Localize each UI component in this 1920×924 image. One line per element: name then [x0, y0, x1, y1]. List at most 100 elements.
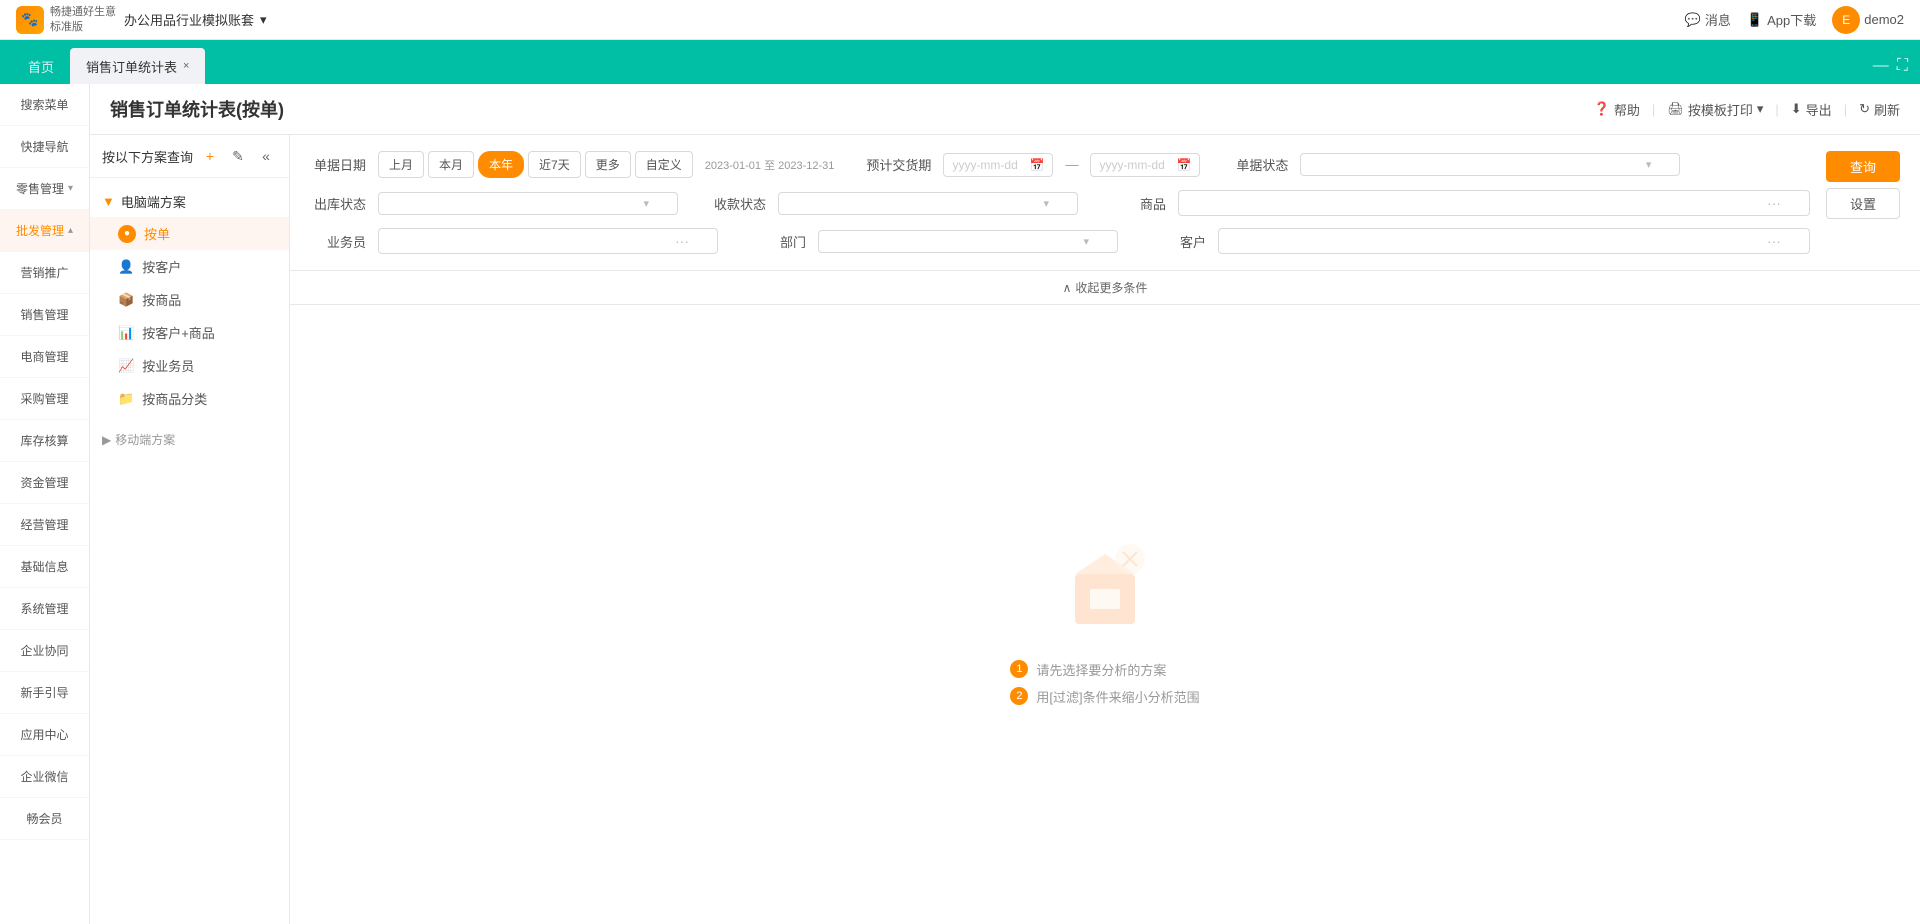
sidebar-item-system[interactable]: 系统管理: [0, 588, 89, 630]
date-btn-this-year[interactable]: 本年: [478, 151, 524, 178]
goods-dots-icon[interactable]: ···: [1767, 195, 1781, 211]
top-bar: 🐾 畅捷通好生意 标准版 办公用品行业模拟账套 ▾ 💬 消息 📱 App下载 E…: [0, 0, 1920, 40]
scheme-pc-section-header: ▼ 电脑端方案: [90, 186, 289, 217]
delivery-date-start[interactable]: yyyy-mm-dd 📅: [943, 153, 1053, 177]
tab-home[interactable]: 首页: [12, 48, 70, 84]
tab-maximize-icon[interactable]: ⛶: [1897, 48, 1908, 84]
calendar-start-icon: 📅: [1029, 158, 1044, 172]
sidebar-item-ecommerce[interactable]: 电商管理: [0, 336, 89, 378]
sidebar-item-enterprise[interactable]: 企业协同: [0, 630, 89, 672]
ship-status-select[interactable]: ▾: [378, 192, 678, 215]
ship-status-label: 出库状态: [310, 194, 366, 213]
help-button[interactable]: ❓ 帮助: [1594, 100, 1640, 119]
scheme-collapse-icon[interactable]: «: [255, 145, 277, 167]
scheme-mobile-section[interactable]: ▶ 移动端方案: [90, 423, 289, 456]
scheme-edit-icon[interactable]: ✎: [227, 145, 249, 167]
collapse-icon: ∧: [1063, 281, 1072, 295]
scheme-pc-caret: ▼: [102, 194, 115, 209]
sidebar-item-finance[interactable]: 资金管理: [0, 462, 89, 504]
customer-dots-icon[interactable]: ···: [1767, 233, 1781, 249]
customer-label: 客户: [1150, 232, 1206, 251]
date-btn-custom[interactable]: 自定义: [635, 151, 693, 178]
date-btn-last7[interactable]: 近7天: [528, 151, 581, 178]
filter-date-group: 上月 本月 本年 近7天 更多 自定义 2023-01-01 至 2023-12…: [378, 151, 834, 178]
message-button[interactable]: 💬 消息: [1685, 10, 1731, 29]
sidebar-item-basic[interactable]: 基础信息: [0, 546, 89, 588]
delivery-date-label: 预计交货期: [866, 155, 931, 174]
sidebar: 搜索菜单 快捷导航 零售管理 ▾ 批发管理 ▴ 营销推广 销售管理 电商管理 采…: [0, 84, 90, 924]
refresh-button[interactable]: ↻ 刷新: [1859, 100, 1900, 119]
tab-close-icon[interactable]: ×: [183, 60, 189, 72]
message-icon: 💬: [1685, 12, 1701, 28]
sidebar-item-retail[interactable]: 零售管理 ▾: [0, 168, 89, 210]
department-select[interactable]: ▾: [818, 230, 1118, 253]
sidebar-item-marketing[interactable]: 营销推广: [0, 252, 89, 294]
logo-icon: 🐾: [16, 6, 44, 34]
scheme-item-by-customer[interactable]: 👤 按客户: [90, 250, 289, 283]
export-button[interactable]: ⬇ 导出: [1791, 100, 1832, 119]
scheme-pc-section: ▼ 电脑端方案 ● 按单 👤 按客户 📦 按商品: [90, 178, 289, 423]
tab-bar: 首页 销售订单统计表 × — ⛶: [0, 40, 1920, 84]
customer-icon: 👤: [118, 259, 134, 275]
filter-row-3: 业务员 ··· 部门 ▾ 客户: [310, 228, 1810, 254]
delivery-date-end[interactable]: yyyy-mm-dd 📅: [1090, 153, 1200, 177]
step-1-num: 1: [1010, 660, 1028, 678]
tab-sales-order[interactable]: 销售订单统计表 ×: [70, 48, 205, 84]
logo-text: 畅捷通好生意 标准版: [50, 5, 116, 34]
sidebar-item-purchase[interactable]: 采购管理: [0, 378, 89, 420]
main-layout: 搜索菜单 快捷导航 零售管理 ▾ 批发管理 ▴ 营销推广 销售管理 电商管理 采…: [0, 84, 1920, 924]
collapse-bar[interactable]: ∧ 收起更多条件: [290, 271, 1920, 305]
filter-row-2: 出库状态 ▾ 收款状态 ▾ 商品: [310, 190, 1810, 216]
sidebar-item-inventory[interactable]: 库存核算: [0, 420, 89, 462]
scheme-header: 按以下方案查询 + ✎ «: [90, 135, 289, 178]
print-button[interactable]: 🖨 按模板打印 ▾: [1667, 100, 1763, 119]
calendar-end-icon: 📅: [1176, 158, 1191, 172]
salesman-dots-icon[interactable]: ···: [675, 233, 689, 249]
date-btn-last-month[interactable]: 上月: [378, 151, 424, 178]
scheme-header-icons: + ✎ «: [199, 145, 277, 167]
sidebar-item-membership[interactable]: 畅会员: [0, 798, 89, 840]
empty-illustration: [1045, 524, 1165, 644]
salesman-icon: 📈: [118, 358, 134, 374]
payment-status-select[interactable]: ▾: [778, 192, 1078, 215]
content-area: 销售订单统计表(按单) ❓ 帮助 | 🖨 按模板打印 ▾ | ⬇ 导出 |: [90, 84, 1920, 924]
active-badge: ●: [118, 225, 136, 243]
goods-select[interactable]: ···: [1178, 190, 1810, 216]
scheme-item-by-order[interactable]: ● 按单: [90, 217, 289, 250]
tab-bar-actions: — ⛶: [1873, 48, 1908, 84]
content-panels: 按以下方案查询 + ✎ « ▼ 电脑端方案 ● 按单: [90, 135, 1920, 924]
payment-status-label: 收款状态: [710, 194, 766, 213]
customer-select[interactable]: ···: [1218, 228, 1810, 254]
scheme-add-icon[interactable]: +: [199, 145, 221, 167]
department-label: 部门: [750, 232, 806, 251]
sidebar-item-quick-nav[interactable]: 快捷导航: [0, 126, 89, 168]
date-btn-this-month[interactable]: 本月: [428, 151, 474, 178]
scheme-item-by-salesman[interactable]: 📈 按业务员: [90, 349, 289, 382]
empty-state: 1 请先选择要分析的方案 2 用[过滤]条件来缩小分析范围: [290, 305, 1920, 924]
goods-icon: 📦: [118, 292, 134, 308]
scheme-item-by-goods[interactable]: 📦 按商品: [90, 283, 289, 316]
filter-area: 单据日期 上月 本月 本年 近7天 更多 自定义 2023-01-01: [290, 135, 1920, 271]
sidebar-item-wholesale[interactable]: 批发管理 ▴: [0, 210, 89, 252]
sidebar-item-search-menu[interactable]: 搜索菜单: [0, 84, 89, 126]
scheme-item-by-customer-goods[interactable]: 📊 按客户+商品: [90, 316, 289, 349]
salesman-select[interactable]: ···: [378, 228, 718, 254]
sidebar-item-wechat[interactable]: 企业微信: [0, 756, 89, 798]
settings-button[interactable]: 设置: [1826, 188, 1900, 219]
wholesale-expand-icon: ▴: [68, 225, 73, 236]
sidebar-item-sales[interactable]: 销售管理: [0, 294, 89, 336]
sidebar-item-app-center[interactable]: 应用中心: [0, 714, 89, 756]
ship-status-chevron-icon: ▾: [643, 197, 649, 210]
app-download-button[interactable]: 📱 App下载: [1747, 10, 1816, 29]
user-menu[interactable]: E demo2: [1832, 6, 1904, 34]
scheme-item-by-category[interactable]: 📁 按商品分类: [90, 382, 289, 415]
top-bar-left: 🐾 畅捷通好生意 标准版 办公用品行业模拟账套 ▾: [16, 5, 267, 34]
export-icon: ⬇: [1791, 101, 1802, 117]
date-btn-more[interactable]: 更多: [585, 151, 631, 178]
query-button[interactable]: 查询: [1826, 151, 1900, 182]
tab-minimize-icon[interactable]: —: [1873, 48, 1889, 84]
customer-goods-icon: 📊: [118, 325, 134, 341]
sidebar-item-newbie[interactable]: 新手引导: [0, 672, 89, 714]
status-select[interactable]: ▾: [1300, 153, 1680, 176]
sidebar-item-operations[interactable]: 经营管理: [0, 504, 89, 546]
